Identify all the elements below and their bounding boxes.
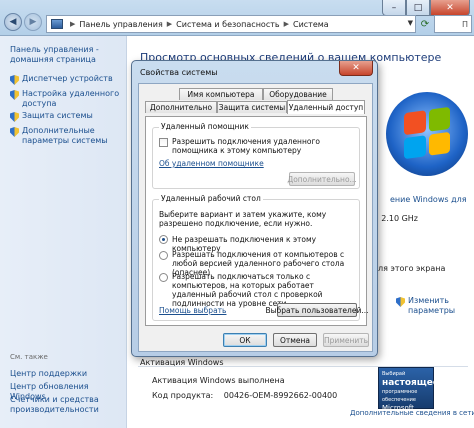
remote-desktop-prompt: Выберите вариант и затем укажите, кому р… [159,210,327,228]
remote-tab-panel: Удаленный помощник Разрешить подключения… [145,116,368,326]
windows-flag-icon [404,106,450,160]
shield-icon [10,75,19,85]
tab-computer-name[interactable]: Имя компьютера [179,88,263,100]
product-code-value: 00426-OEM-8992662-00400 [223,391,338,400]
genuine-microsoft-badge: Выбирай настоящее программное обеспечени… [378,367,439,412]
tab-hardware[interactable]: Оборудование [263,88,333,100]
help-choose-link[interactable]: Помощь выбрать [159,306,226,315]
refresh-icon[interactable]: ⟳ [418,15,432,33]
sidebar-item-label: Диспетчер устройств [22,74,113,83]
genuine-more-info-link[interactable]: Дополнительные сведения в сети [350,409,474,417]
tab-system-protection[interactable]: Защита системы [217,101,287,113]
sidebar-item-device-manager[interactable]: Диспетчер устройств [10,74,113,85]
allow-assistance-checkbox[interactable] [159,138,168,147]
tab-advanced[interactable]: Дополнительно [145,101,217,113]
breadcrumb-control-panel[interactable]: Панель управления [79,20,162,29]
minimize-icon[interactable]: – [382,0,406,16]
system-window: – □ ✕ ◀ ▶ ▶ Панель управления ▶ Система … [0,0,474,428]
cancel-button[interactable]: Отмена [273,333,317,347]
see-also-heading: См. также [10,353,48,361]
allow-assistance-label: Разрешить подключения удаленного помощни… [172,137,320,155]
shield-icon [10,127,19,137]
chevron-right-icon: ▶ [70,20,76,28]
tab-remote[interactable]: Удаленный доступ [287,100,365,114]
select-users-button[interactable]: Выбрать пользователей... [266,303,368,317]
sidebar-item-label: Дополнительные параметры системы [22,126,108,145]
close-icon[interactable]: ✕ [430,0,470,16]
see-also-performance[interactable]: Счетчики и средства производительности [10,395,110,415]
group-title: Удаленный помощник [159,122,251,131]
sidebar-item-system-protection[interactable]: Защита системы [10,111,93,122]
ok-button[interactable]: ОК [223,333,267,347]
back-arrow-icon[interactable]: ◀ [4,13,22,31]
nav-buttons: ◀ ▶ [4,13,42,31]
apply-button[interactable]: Применить [323,333,369,347]
address-bar[interactable]: ▶ Панель управления ▶ Система и безопасн… [46,15,416,33]
activation-status: Активация Windows выполнена [152,376,285,385]
remote-assistance-group: Удаленный помощник Разрешить подключения… [152,122,360,189]
home-link[interactable]: Панель управления - домашняя страница [10,45,122,65]
windows-edition-fragment: ение Windows для [390,195,467,204]
sidebar-item-label: Защита системы [22,111,93,120]
shield-icon [10,90,19,100]
caption-buttons: – □ ✕ [382,0,470,16]
breadcrumb-system[interactable]: Система [293,20,329,29]
shield-icon [396,297,405,307]
dialog-title: Свойства системы [140,68,218,77]
chevron-down-icon[interactable]: ▼ [408,19,413,27]
breadcrumb-security[interactable]: Система и безопасность [176,20,279,29]
sidebar-item-advanced-settings[interactable]: Дополнительные параметры системы [10,126,124,146]
window-titlebar: – □ ✕ ◀ ▶ ▶ Панель управления ▶ Система … [0,0,474,36]
chevron-right-icon: ▶ [166,20,173,28]
search-placeholder: П [461,19,468,29]
windows-logo-icon [386,92,468,176]
see-also-action-center[interactable]: Центр поддержки [10,369,87,379]
change-params-link[interactable]: Изменить параметры [396,296,468,316]
change-params-label: Изменить параметры [408,296,456,315]
badge-line2: настоящее [382,378,439,388]
advanced-button[interactable]: Дополнительно... [287,172,357,186]
shield-icon [10,112,19,122]
radio-allow-any-version[interactable] [159,251,168,260]
dialog-body: Имя компьютера Оборудование Дополнительн… [138,83,373,352]
task-pane: Панель управления - домашняя страница Ди… [0,36,127,428]
badge-line1: Выбирай [382,371,406,377]
control-panel-icon [51,19,63,29]
sidebar-item-remote-settings[interactable]: Настройка удаленного доступа [10,89,120,109]
system-properties-dialog: Свойства системы ✕ Имя компьютера Оборуд… [131,60,378,357]
remote-desktop-group: Удаленный рабочий стол Выберите вариант … [152,194,368,321]
about-assistance-link[interactable]: Об удаленном помощнике [159,159,264,168]
search-input[interactable]: П [434,15,472,33]
maximize-icon[interactable]: □ [406,0,430,16]
pen-touch-fragment: ля этого экрана [378,264,446,273]
radio-allow-nla[interactable] [159,273,168,282]
product-code-label: Код продукта: [152,391,214,400]
close-icon[interactable]: ✕ [339,61,373,76]
radio-deny-connections[interactable] [159,235,168,244]
forward-arrow-icon[interactable]: ▶ [24,13,42,31]
chevron-right-icon: ▶ [283,20,289,28]
cpu-speed-fragment: : 2.10 GHz [376,214,419,223]
product-code-row: Код продукта: 00426-OEM-8992662-00400 [152,391,337,400]
badge-line3: программное обеспечение [382,389,418,403]
sidebar-item-label: Настройка удаленного доступа [22,89,120,108]
group-title: Удаленный рабочий стол [159,194,263,203]
